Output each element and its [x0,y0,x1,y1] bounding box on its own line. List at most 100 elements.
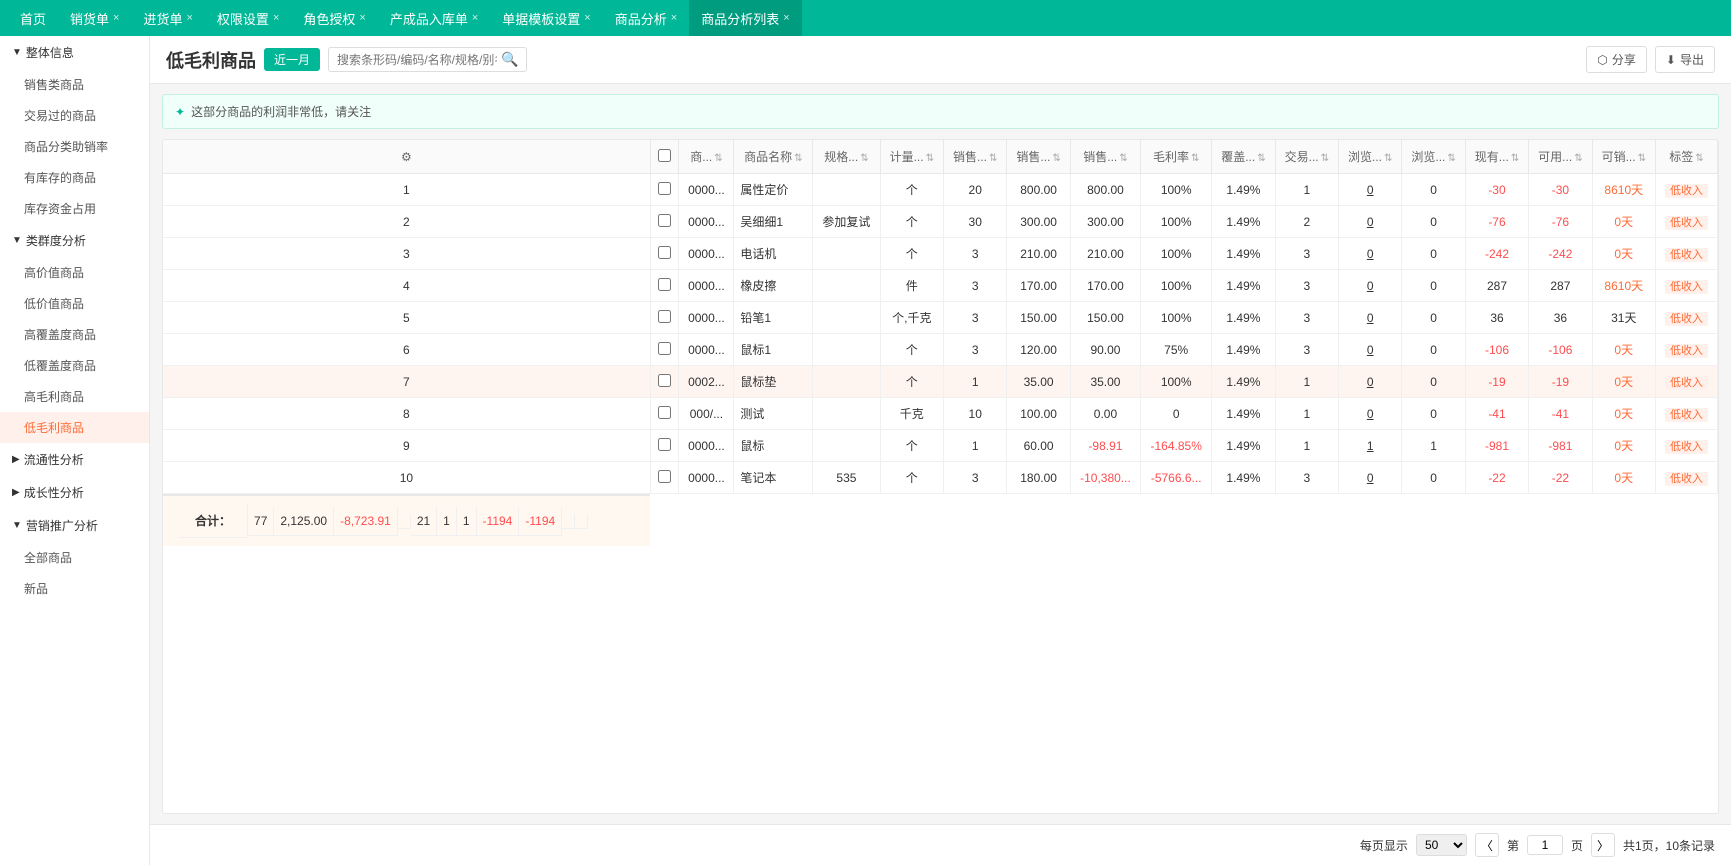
row-views1[interactable]: 0 [1339,174,1402,206]
col-sales-profit[interactable]: 销售...⇅ [1070,140,1140,174]
search-input[interactable] [337,53,497,67]
sidebar-group-overall[interactable]: ▼ 整体信息 [0,36,149,69]
col-code[interactable]: 商...⇅ [679,140,734,174]
row-checkbox[interactable] [650,270,679,302]
row-name[interactable]: 属性定价 [734,174,813,206]
sidebar-item-all-products[interactable]: 全部商品 [0,542,149,573]
close-icon[interactable]: × [671,12,677,24]
sidebar-item-stocked-products[interactable]: 有库存的商品 [0,162,149,193]
col-name[interactable]: 商品名称⇅ [734,140,813,174]
page-size-label: 每页显示 [1360,837,1408,854]
row-name[interactable]: 鼠标1 [734,334,813,366]
next-page-button[interactable]: 〉 [1591,833,1615,857]
row-name[interactable]: 电话机 [734,238,813,270]
row-checkbox[interactable] [650,206,679,238]
sidebar-item-high-coverage[interactable]: 高覆盖度商品 [0,319,149,350]
row-views1[interactable]: 0 [1339,302,1402,334]
sidebar-item-high-margin[interactable]: 高毛利商品 [0,381,149,412]
row-name[interactable]: 橡皮擦 [734,270,813,302]
row-checkbox[interactable] [650,174,679,206]
sidebar-item-sales-products[interactable]: 销售类商品 [0,69,149,100]
sidebar-item-low-value[interactable]: 低价值商品 [0,288,149,319]
row-checkbox[interactable] [650,302,679,334]
page-number-input[interactable] [1527,835,1563,855]
nav-item-role[interactable]: 角色授权 × [291,0,377,36]
col-settings[interactable]: ⚙ [163,140,650,174]
row-name[interactable]: 测试 [734,398,813,430]
row-checkbox[interactable] [650,334,679,366]
row-unit: 个 [880,462,943,494]
row-checkbox[interactable] [650,238,679,270]
row-coverage: 1.49% [1212,462,1275,494]
row-views1[interactable]: 0 [1339,206,1402,238]
nav-item-product-analysis[interactable]: 商品分析 × [603,0,689,36]
row-name[interactable]: 吴细细1 [734,206,813,238]
col-coverage[interactable]: 覆盖...⇅ [1212,140,1275,174]
search-icon[interactable]: 🔍 [501,51,518,68]
row-views1[interactable]: 1 [1339,430,1402,462]
close-icon[interactable]: × [273,12,279,24]
select-all-checkbox[interactable] [658,149,671,162]
sidebar-item-stock-capital[interactable]: 库存资金占用 [0,193,149,224]
row-views1[interactable]: 0 [1339,398,1402,430]
nav-item-sales[interactable]: 销货单 × [58,0,131,36]
row-checkbox[interactable] [650,398,679,430]
export-button[interactable]: ⬇ 导出 [1655,46,1715,73]
sidebar-item-new-products[interactable]: 新品 [0,573,149,604]
col-views1[interactable]: 浏览...⇅ [1339,140,1402,174]
nav-item-template[interactable]: 单据模板设置 × [490,0,602,36]
row-available: -30 [1529,174,1592,206]
col-transaction[interactable]: 交易...⇅ [1275,140,1338,174]
prev-page-button[interactable]: 〈 [1475,833,1499,857]
row-views1[interactable]: 0 [1339,270,1402,302]
nav-item-analysis-list[interactable]: 商品分析列表 × [689,0,801,36]
close-icon[interactable]: × [472,12,478,24]
row-views1[interactable]: 0 [1339,462,1402,494]
sidebar-item-high-value[interactable]: 高价值商品 [0,257,149,288]
col-unit[interactable]: 计量...⇅ [880,140,943,174]
row-spec: 参加复试 [813,206,880,238]
nav-item-permission[interactable]: 权限设置 × [205,0,291,36]
row-views1[interactable]: 0 [1339,334,1402,366]
row-sales-profit: 170.00 [1070,270,1140,302]
close-icon[interactable]: × [113,12,119,24]
sidebar-group-circulation[interactable]: ▶ 流通性分析 [0,443,149,476]
col-checkbox [650,140,679,174]
row-checkbox[interactable] [650,462,679,494]
close-icon[interactable]: × [359,12,365,24]
close-icon[interactable]: × [783,12,789,24]
sidebar-group-marketing[interactable]: ▼ 营销推广分析 [0,509,149,542]
col-sales-amount[interactable]: 销售...⇅ [1007,140,1070,174]
sidebar-item-low-coverage[interactable]: 低覆盖度商品 [0,350,149,381]
row-name[interactable]: 鼠标垫 [734,366,813,398]
date-filter-button[interactable]: 近一月 [264,48,320,71]
col-spec[interactable]: 规格...⇅ [813,140,880,174]
row-name[interactable]: 铅笔1 [734,302,813,334]
row-name[interactable]: 鼠标 [734,430,813,462]
col-current-stock[interactable]: 现有...⇅ [1465,140,1528,174]
sidebar-group-growth[interactable]: ▶ 成长性分析 [0,476,149,509]
sidebar-item-low-margin[interactable]: 低毛利商品 [0,412,149,443]
row-views1[interactable]: 0 [1339,238,1402,270]
sidebar-group-cluster[interactable]: ▼ 类群度分析 [0,224,149,257]
share-button[interactable]: ⬡ 分享 [1586,46,1647,73]
page-size-select[interactable]: 50 100 200 [1416,834,1467,856]
col-sellable-days[interactable]: 可销...⇅ [1592,140,1655,174]
close-icon[interactable]: × [584,12,590,24]
row-checkbox[interactable] [650,430,679,462]
row-name[interactable]: 笔记本 [734,462,813,494]
row-no: 3 [163,238,650,270]
col-tag[interactable]: 标签⇅ [1655,140,1717,174]
col-views2[interactable]: 浏览...⇅ [1402,140,1465,174]
close-icon[interactable]: × [186,12,192,24]
col-gross-margin[interactable]: 毛利率⇅ [1141,140,1212,174]
col-sales-qty[interactable]: 销售...⇅ [944,140,1007,174]
row-checkbox[interactable] [650,366,679,398]
nav-item-home[interactable]: 首页 [8,0,58,36]
col-available[interactable]: 可用...⇅ [1529,140,1592,174]
sidebar-item-category-rate[interactable]: 商品分类助销率 [0,131,149,162]
sidebar-item-traded-products[interactable]: 交易过的商品 [0,100,149,131]
nav-item-product-entry[interactable]: 产成品入库单 × [378,0,490,36]
row-views1[interactable]: 0 [1339,366,1402,398]
nav-item-purchase[interactable]: 进货单 × [131,0,204,36]
